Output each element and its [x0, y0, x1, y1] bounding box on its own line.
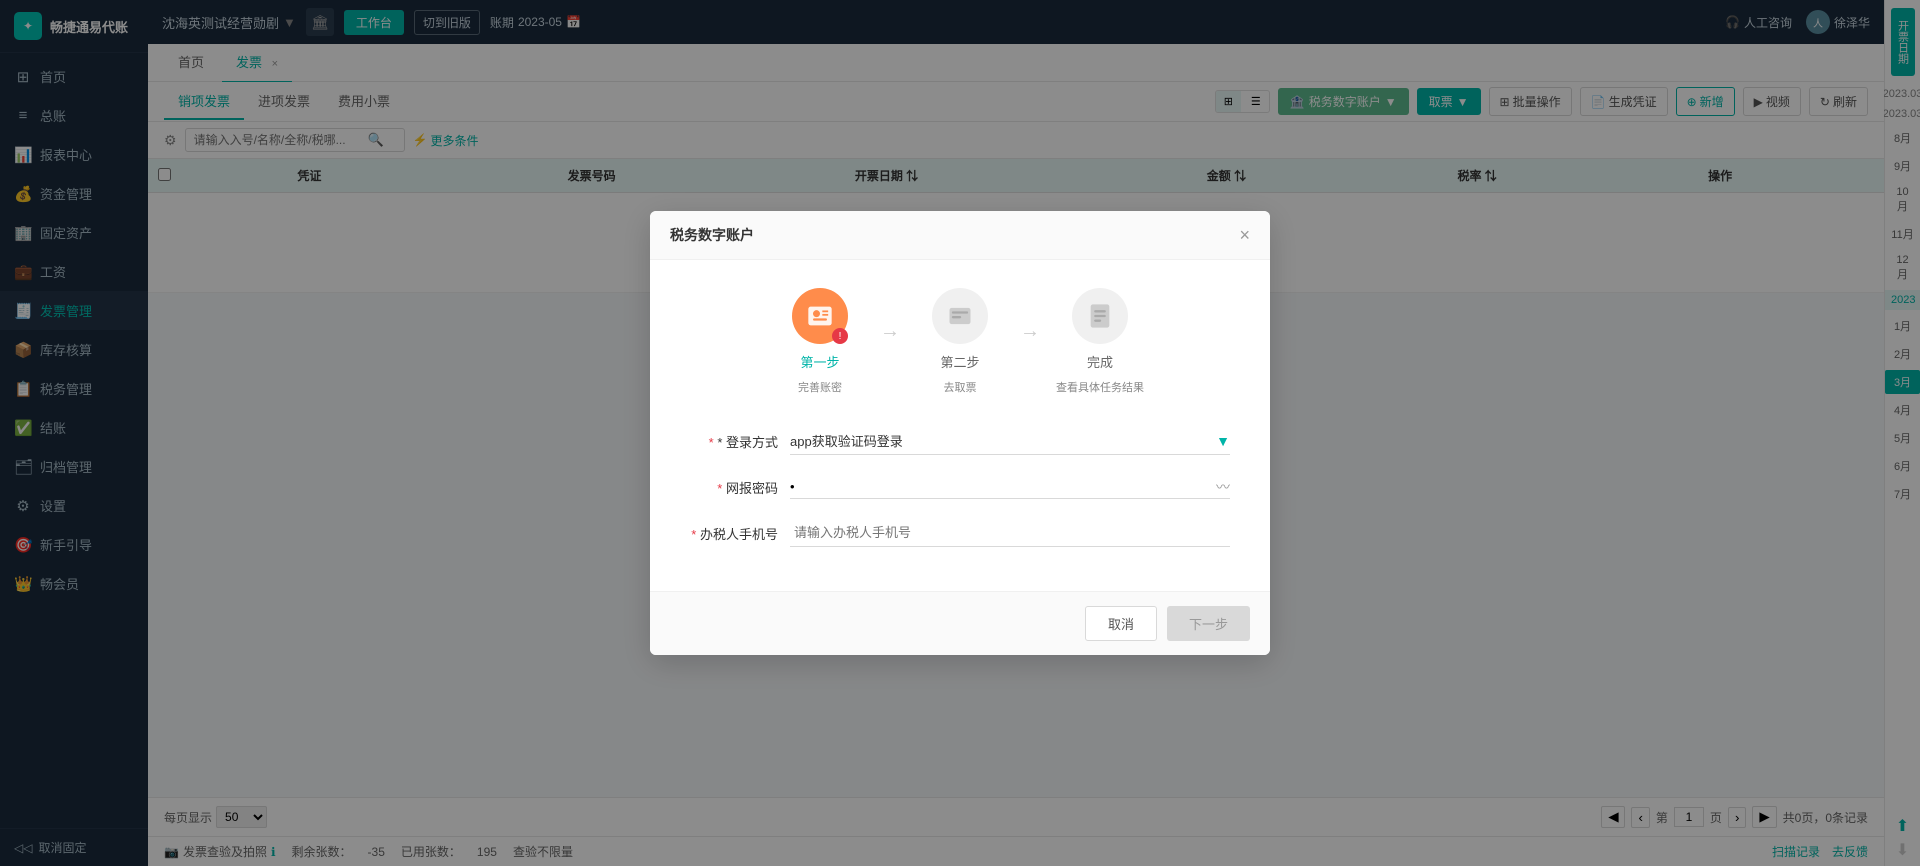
login-method-label-text: * 登录方式	[717, 435, 778, 450]
password-row: * 网报密码 〰	[690, 475, 1230, 499]
modal-overlay: 税务数字账户 × !	[0, 0, 1920, 866]
login-method-value: app获取验证码登录	[790, 431, 1216, 450]
step-1-desc: 完善账密	[798, 379, 842, 395]
required-star: *	[709, 435, 714, 450]
step-3-icon	[1072, 288, 1128, 344]
step-2: 第二步 去取票	[910, 288, 1010, 395]
required-star-2: *	[717, 481, 722, 496]
modal-body: ! 第一步 完善账密 → 第二步	[650, 260, 1270, 591]
modal-title: 税务数字账户	[670, 225, 754, 245]
step-2-icon	[932, 288, 988, 344]
phone-row: * 办税人手机号	[690, 519, 1230, 547]
step-arrow-2: →	[1020, 320, 1040, 343]
step-3-desc: 查看具体任务结果	[1056, 379, 1144, 395]
step-3-label: 完成	[1087, 352, 1113, 371]
step-2-desc: 去取票	[944, 379, 977, 395]
modal-close-button[interactable]: ×	[1239, 226, 1250, 244]
step-arrow-1: →	[880, 320, 900, 343]
step-3: 完成 查看具体任务结果	[1050, 288, 1150, 395]
cancel-button[interactable]: 取消	[1085, 606, 1157, 641]
next-button[interactable]: 下一步	[1167, 606, 1250, 641]
password-input[interactable]	[790, 475, 1216, 498]
password-field: 〰	[790, 475, 1230, 499]
required-star-3: *	[691, 527, 696, 542]
login-method-row: * * 登录方式 app获取验证码登录 ▼	[690, 427, 1230, 455]
login-method-label: * * 登录方式	[690, 432, 790, 451]
step-1-icon: !	[792, 288, 848, 344]
password-label: * 网报密码	[690, 478, 790, 497]
select-arrow-icon: ▼	[1216, 433, 1230, 449]
phone-input[interactable]	[790, 519, 1230, 547]
login-method-select[interactable]: app获取验证码登录 ▼	[790, 427, 1230, 455]
password-label-text: 网报密码	[726, 481, 778, 496]
phone-label-text: 办税人手机号	[700, 527, 778, 542]
step-2-label: 第二步	[940, 352, 979, 371]
step-1-label: 第一步	[800, 352, 839, 371]
phone-label: * 办税人手机号	[690, 524, 790, 543]
digital-account-modal: 税务数字账户 × !	[650, 211, 1270, 655]
steps-container: ! 第一步 完善账密 → 第二步	[690, 288, 1230, 395]
modal-header: 税务数字账户 ×	[650, 211, 1270, 260]
step-1-badge: !	[832, 328, 848, 344]
step-1: ! 第一步 完善账密	[770, 288, 870, 395]
eye-icon[interactable]: 〰	[1216, 477, 1230, 497]
modal-footer: 取消 下一步	[650, 591, 1270, 655]
